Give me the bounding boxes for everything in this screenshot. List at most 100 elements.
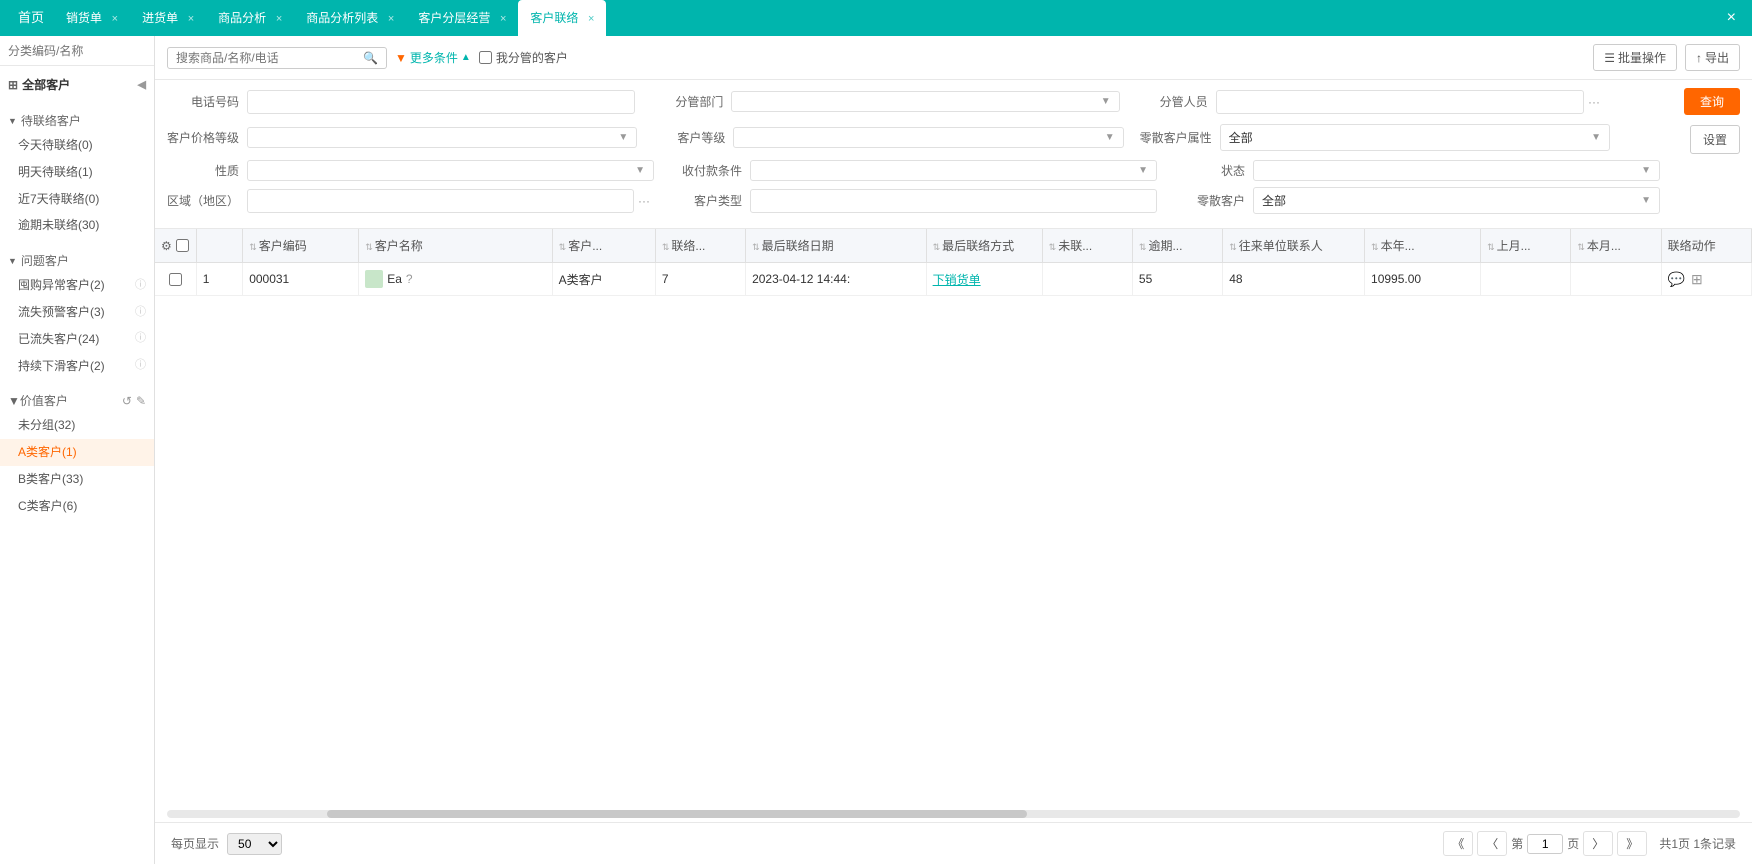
sidebar-item-b-class[interactable]: B类客户(33) bbox=[0, 466, 154, 493]
tab-purchase-order[interactable]: 进货单 × bbox=[130, 0, 206, 36]
phone-input[interactable] bbox=[247, 90, 635, 114]
triangle-down-icon2: ▼ bbox=[8, 256, 17, 266]
home-tab[interactable]: 首页 bbox=[8, 0, 54, 36]
batch-operation-button[interactable]: ☰ 批量操作 bbox=[1593, 44, 1677, 71]
filter-icon: ▼ bbox=[395, 51, 407, 65]
search-input[interactable] bbox=[176, 51, 363, 65]
customer-level-select[interactable]: ▼ bbox=[733, 127, 1123, 148]
td-last-month bbox=[1481, 263, 1571, 296]
payment-arrow-icon: ▼ bbox=[1138, 165, 1148, 176]
retail-arrow-icon: ▼ bbox=[1641, 195, 1651, 206]
customer-avatar bbox=[365, 270, 383, 288]
my-customers-checkbox[interactable]: 我分管的客户 bbox=[479, 49, 568, 66]
th-contact[interactable]: 联络... bbox=[655, 229, 745, 263]
refresh-icon[interactable]: ↺ bbox=[122, 394, 132, 408]
pending-contact-section: ▼ 待联络客户 今天待联络(0) 明天待联络(1) 近7天待联络(0) 逾期未联… bbox=[0, 103, 154, 243]
problem-customers-group[interactable]: ▼ 问题客户 bbox=[0, 247, 154, 272]
sidebar-item-a-class[interactable]: A类客户(1) bbox=[0, 439, 154, 466]
tab-sales-order[interactable]: 销货单 × bbox=[54, 0, 130, 36]
th-uncontact[interactable]: 未联... bbox=[1042, 229, 1132, 263]
close-customer-tier-icon[interactable]: × bbox=[500, 13, 506, 25]
customer-type-input[interactable] bbox=[750, 189, 1157, 213]
sidebar-item-ungroup[interactable]: 未分组(32) bbox=[0, 412, 154, 439]
th-type[interactable]: 客户... bbox=[552, 229, 655, 263]
sidebar-item-churned[interactable]: 已流失客户(24) ⓘ bbox=[0, 326, 154, 353]
query-button[interactable]: 查询 bbox=[1684, 88, 1740, 115]
sidebar-item-today[interactable]: 今天待联络(0) bbox=[0, 132, 154, 159]
close-sales-order-icon[interactable]: × bbox=[112, 13, 118, 25]
region-label: 区域（地区） bbox=[167, 192, 247, 209]
setting-button[interactable]: 设置 bbox=[1690, 125, 1740, 154]
close-product-analysis-list-icon[interactable]: × bbox=[388, 13, 394, 25]
sidebar-item-declining[interactable]: 持续下滑客户(2) ⓘ bbox=[0, 353, 154, 380]
close-all-icon[interactable]: × bbox=[1719, 9, 1744, 27]
close-purchase-order-icon[interactable]: × bbox=[188, 13, 194, 25]
content-area: 🔍 ▼ 更多条件 ▲ 我分管的客户 ☰ 批量操作 ↑ 导出 bbox=[155, 36, 1752, 864]
th-year[interactable]: 本年... bbox=[1365, 229, 1481, 263]
sidebar-item-c-class[interactable]: C类客户(6) bbox=[0, 493, 154, 520]
tab-product-analysis[interactable]: 商品分析 × bbox=[206, 0, 294, 36]
region-input[interactable] bbox=[247, 189, 634, 213]
edit-icon[interactable]: ✎ bbox=[136, 394, 146, 408]
first-page-button[interactable]: 《 bbox=[1443, 831, 1473, 856]
tab-customer-contact[interactable]: 客户联络 × bbox=[518, 0, 606, 36]
info-icon-declining: ⓘ bbox=[135, 358, 146, 373]
horizontal-scrollbar-track[interactable] bbox=[167, 810, 1740, 818]
last-page-button[interactable]: 》 bbox=[1617, 831, 1647, 856]
th-code[interactable]: 客户编码 bbox=[243, 229, 359, 263]
price-level-select[interactable]: ▼ bbox=[247, 127, 637, 148]
my-customers-check-input[interactable] bbox=[479, 51, 492, 64]
price-level-field: 客户价格等级 ▼ bbox=[167, 127, 637, 148]
page-size-select[interactable]: 50 20 100 bbox=[227, 833, 282, 855]
value-customers-group-header: ▼ 价值客户 ↺ ✎ bbox=[0, 387, 154, 412]
next-page-button[interactable]: 〉 bbox=[1583, 831, 1613, 856]
sidebar-item-tomorrow[interactable]: 明天待联络(1) bbox=[0, 159, 154, 186]
contact-note-icon[interactable]: 💬 bbox=[1668, 271, 1685, 288]
sidebar-item-overdue[interactable]: 逾期未联络(30) bbox=[0, 212, 154, 239]
th-overdue[interactable]: 逾期... bbox=[1132, 229, 1222, 263]
status-select[interactable]: ▼ bbox=[1253, 160, 1660, 181]
retail-attr-select[interactable]: 全部 ▼ bbox=[1220, 124, 1610, 151]
manager-input[interactable] bbox=[1216, 90, 1584, 114]
sidebar-item-7days[interactable]: 近7天待联络(0) bbox=[0, 186, 154, 213]
region-dots-icon[interactable]: ··· bbox=[634, 194, 654, 208]
customer-level-label: 客户等级 bbox=[653, 129, 733, 146]
contact-link-icon[interactable]: ⊞ bbox=[1691, 271, 1703, 288]
close-customer-contact-icon[interactable]: × bbox=[588, 13, 594, 25]
gear-settings-icon[interactable]: ⚙ bbox=[161, 239, 172, 253]
sidebar-item-churn-warning[interactable]: 流失预警客户(3) ⓘ bbox=[0, 299, 154, 326]
sidebar-search-input[interactable] bbox=[8, 44, 155, 58]
payment-select[interactable]: ▼ bbox=[750, 160, 1157, 181]
manager-dots-icon[interactable]: ··· bbox=[1584, 95, 1604, 109]
last-way-link[interactable]: 下销货单 bbox=[933, 273, 981, 287]
row-checkbox[interactable] bbox=[169, 273, 182, 286]
th-name[interactable]: 客户名称 bbox=[359, 229, 552, 263]
all-customers-header[interactable]: ⊞ 全部客户 ◀ bbox=[0, 70, 154, 99]
sidebar-item-hoarding[interactable]: 囤购异常客户(2) ⓘ bbox=[0, 272, 154, 299]
th-last-way[interactable]: 最后联络方式 bbox=[926, 229, 1042, 263]
export-button[interactable]: ↑ 导出 bbox=[1685, 44, 1740, 71]
more-filter-button[interactable]: ▼ 更多条件 ▲ bbox=[395, 49, 471, 66]
close-product-analysis-icon[interactable]: × bbox=[276, 13, 282, 25]
td-uncontact bbox=[1042, 263, 1132, 296]
th-last-month[interactable]: 上月... bbox=[1481, 229, 1571, 263]
th-last-contact-person[interactable]: 往来单位联系人 bbox=[1223, 229, 1365, 263]
select-all-checkbox[interactable] bbox=[176, 239, 189, 252]
retail-select[interactable]: 全部 ▼ bbox=[1253, 187, 1660, 214]
customer-table: ⚙ 客户编码 客户名称 客户... 联络... 最后联络日期 最后联络方式 未联… bbox=[155, 229, 1752, 296]
nature-select[interactable]: ▼ bbox=[247, 160, 654, 181]
region-field: 区域（地区） ··· bbox=[167, 189, 654, 213]
tab-product-analysis-list[interactable]: 商品分析列表 × bbox=[294, 0, 406, 36]
collapse-icon[interactable]: ◀ bbox=[138, 78, 146, 91]
search-icon[interactable]: 🔍 bbox=[363, 51, 378, 65]
status-arrow-icon: ▼ bbox=[1641, 165, 1651, 176]
prev-page-button[interactable]: 〈 bbox=[1477, 831, 1507, 856]
th-this-month[interactable]: 本月... bbox=[1571, 229, 1661, 263]
horizontal-scrollbar-thumb[interactable] bbox=[327, 810, 1027, 818]
dept-select[interactable]: ▼ bbox=[731, 91, 1119, 112]
tab-customer-tier[interactable]: 客户分层经营 × bbox=[406, 0, 518, 36]
pending-contact-group[interactable]: ▼ 待联络客户 bbox=[0, 107, 154, 132]
th-last-date[interactable]: 最后联络日期 bbox=[746, 229, 927, 263]
page-number-input[interactable] bbox=[1527, 834, 1563, 854]
td-overdue: 55 bbox=[1132, 263, 1222, 296]
